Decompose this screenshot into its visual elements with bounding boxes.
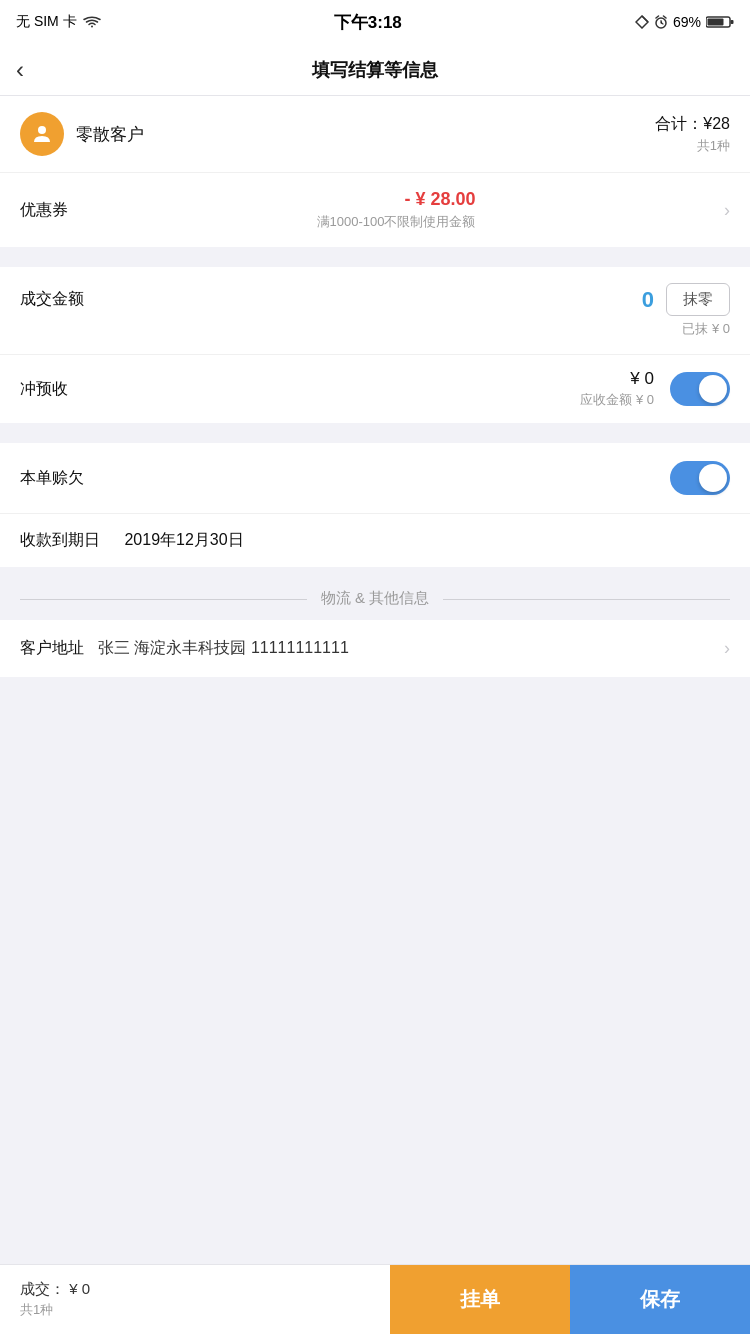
due-date-row: 收款到期日 2019年12月30日 bbox=[0, 513, 750, 567]
status-left: 无 SIM 卡 bbox=[16, 13, 101, 31]
already-rounded: 已抹 ¥ 0 bbox=[20, 320, 730, 338]
coupon-chevron-icon: › bbox=[724, 200, 730, 221]
status-bar: 无 SIM 卡 下午3:18 69% bbox=[0, 0, 750, 44]
location-icon bbox=[635, 15, 649, 29]
alarm-icon bbox=[654, 15, 668, 29]
bottom-spacer bbox=[0, 887, 750, 967]
debit-toggle[interactable] bbox=[670, 461, 730, 495]
divider-1 bbox=[0, 257, 750, 267]
duedate-label: 收款到期日 bbox=[20, 531, 100, 548]
debit-row: 本单赊欠 bbox=[0, 443, 750, 513]
divider-2 bbox=[0, 433, 750, 443]
coupon-desc: 满1000-100不限制使用金额 bbox=[317, 213, 476, 231]
nav-bar: ‹ 填写结算等信息 bbox=[0, 44, 750, 96]
svg-rect-2 bbox=[707, 19, 723, 26]
logistics-header: 物流 & 其他信息 bbox=[0, 577, 750, 620]
prepay-right: ¥ 0 应收金额 ¥ 0 bbox=[580, 369, 730, 409]
address-label: 客户地址 bbox=[20, 638, 90, 659]
address-row[interactable]: 客户地址 张三 海淀永丰科技园 11111111111 › bbox=[0, 620, 750, 677]
status-right: 69% bbox=[635, 14, 734, 30]
svg-point-4 bbox=[38, 126, 46, 134]
prepay-main-amount: ¥ 0 bbox=[580, 369, 654, 389]
save-button[interactable]: 保存 bbox=[570, 1265, 750, 1334]
debit-section: 本单赊欠 收款到期日 2019年12月30日 bbox=[0, 443, 750, 567]
avatar bbox=[20, 112, 64, 156]
bottom-deal: 成交： ¥ 0 bbox=[20, 1280, 370, 1299]
duedate-value: 2019年12月30日 bbox=[124, 531, 243, 548]
round-off-button[interactable]: 抹零 bbox=[666, 283, 730, 316]
address-chevron-icon: › bbox=[724, 638, 730, 659]
prepay-row: 冲预收 ¥ 0 应收金额 ¥ 0 bbox=[0, 354, 750, 423]
transaction-label: 成交金额 bbox=[20, 289, 84, 310]
page-title: 填写结算等信息 bbox=[312, 58, 438, 82]
bottom-bar: 成交： ¥ 0 共1种 挂单 保存 bbox=[0, 1264, 750, 1334]
coupon-label: 优惠券 bbox=[20, 200, 68, 221]
customer-left: 零散客户 bbox=[20, 112, 144, 156]
battery-icon bbox=[706, 15, 734, 29]
coupon-row[interactable]: 优惠券 - ¥ 28.00 满1000-100不限制使用金额 › bbox=[0, 172, 750, 247]
logistics-text: 物流 & 其他信息 bbox=[307, 589, 443, 608]
empty-space bbox=[0, 687, 750, 887]
bottom-info: 成交： ¥ 0 共1种 bbox=[0, 1265, 390, 1334]
battery-percent: 69% bbox=[673, 14, 701, 30]
amount-right: 0 抹零 bbox=[642, 283, 730, 316]
customer-section: 零散客户 合计：¥28 共1种 优惠券 - ¥ 28.00 满1000-100不… bbox=[0, 96, 750, 247]
summary-total: 合计：¥28 bbox=[655, 114, 730, 135]
coupon-amount: - ¥ 28.00 bbox=[317, 189, 476, 210]
hold-button[interactable]: 挂单 bbox=[390, 1265, 570, 1334]
amount-main-row: 成交金额 0 抹零 bbox=[20, 283, 730, 316]
address-section: 客户地址 张三 海淀永丰科技园 11111111111 › bbox=[0, 620, 750, 677]
bottom-count: 共1种 bbox=[20, 1301, 370, 1319]
summary-count: 共1种 bbox=[655, 137, 730, 155]
prepay-toggle[interactable] bbox=[670, 372, 730, 406]
debit-label: 本单赊欠 bbox=[20, 468, 84, 489]
back-button[interactable]: ‹ bbox=[16, 56, 24, 84]
transaction-row: 成交金额 0 抹零 已抹 ¥ 0 bbox=[0, 267, 750, 354]
wifi-icon bbox=[83, 15, 101, 29]
prepay-amounts: ¥ 0 应收金额 ¥ 0 bbox=[580, 369, 654, 409]
customer-summary: 合计：¥28 共1种 bbox=[655, 114, 730, 155]
amount-section: 成交金额 0 抹零 已抹 ¥ 0 冲预收 ¥ 0 应收金额 ¥ 0 bbox=[0, 267, 750, 423]
signal-text: 无 SIM 卡 bbox=[16, 13, 77, 31]
prepay-sub-amount: 应收金额 ¥ 0 bbox=[580, 391, 654, 409]
prepay-label: 冲预收 bbox=[20, 379, 68, 400]
status-time: 下午3:18 bbox=[334, 11, 402, 34]
customer-name: 零散客户 bbox=[76, 123, 144, 146]
svg-rect-3 bbox=[730, 20, 733, 24]
coupon-right: - ¥ 28.00 满1000-100不限制使用金额 bbox=[317, 189, 476, 231]
address-value: 张三 海淀永丰科技园 11111111111 bbox=[98, 638, 724, 659]
transaction-value: 0 bbox=[642, 287, 654, 313]
customer-row: 零散客户 合计：¥28 共1种 bbox=[0, 96, 750, 172]
